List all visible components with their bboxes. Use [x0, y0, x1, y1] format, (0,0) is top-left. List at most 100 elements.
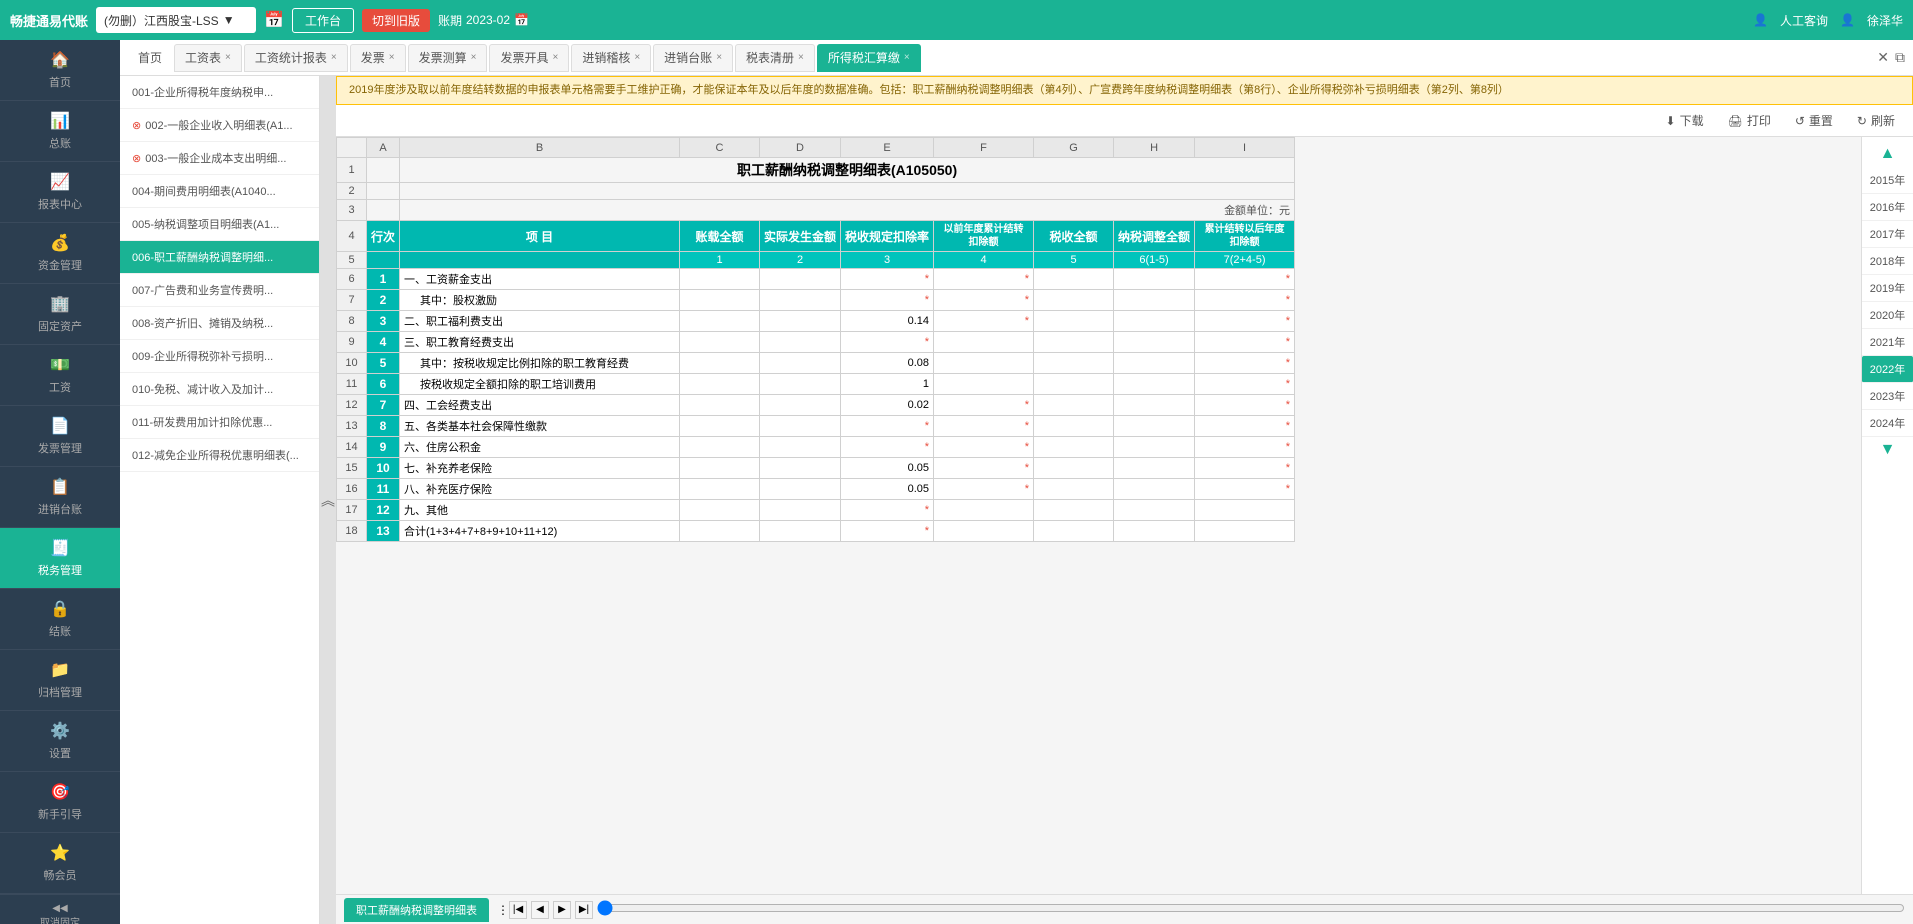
tab-purchase-verify-close[interactable]: × [634, 52, 640, 63]
print-btn[interactable]: 🖨 打印 [1722, 109, 1777, 132]
sidebar-item-report[interactable]: 📈 报表中心 [0, 162, 120, 223]
cell-12G[interactable] [1034, 395, 1114, 416]
switch-old-button[interactable]: 切到旧版 [362, 9, 430, 32]
cell-8-xm[interactable]: 二、职工福利费支出 [400, 311, 680, 332]
cell-11C[interactable] [680, 374, 760, 395]
cell-7-xm[interactable]: 其中：股权激励 [400, 290, 680, 311]
company-selector[interactable]: (勿删）江西股宝-LSS ▼ [96, 7, 256, 33]
support-label[interactable]: 人工客询 [1780, 12, 1828, 29]
cell-12E[interactable]: 0.02 [841, 395, 934, 416]
cell-7D[interactable] [760, 290, 841, 311]
cell-17F[interactable] [934, 500, 1034, 521]
sidebar-item-asset-mgmt[interactable]: 💰 资金管理 [0, 223, 120, 284]
cell-10C[interactable] [680, 353, 760, 374]
panel-collapse-btn[interactable]: 《 [320, 76, 336, 924]
tab-expand-btn[interactable]: ⧉ [1895, 49, 1905, 66]
cell-17-xm[interactable]: 九、其他 [400, 500, 680, 521]
year-2020[interactable]: 2020年 [1862, 302, 1913, 329]
cell-16D[interactable] [760, 479, 841, 500]
cell-9D[interactable] [760, 332, 841, 353]
cell-7H[interactable] [1114, 290, 1195, 311]
reset-btn[interactable]: ↺ 重置 [1789, 109, 1839, 132]
cell-18I[interactable] [1195, 521, 1295, 542]
refresh-btn[interactable]: ↻ 刷新 [1851, 109, 1901, 132]
cell-6D[interactable] [760, 269, 841, 290]
sheet-tab-active[interactable]: 职工薪酬纳税调整明细表 [344, 898, 489, 922]
cell-9C[interactable] [680, 332, 760, 353]
year-2023[interactable]: 2023年 [1862, 383, 1913, 410]
cell-14G[interactable] [1034, 437, 1114, 458]
tab-purchase-ledger[interactable]: 进销台账 × [653, 44, 733, 72]
cell-8H[interactable] [1114, 311, 1195, 332]
cell-6H[interactable] [1114, 269, 1195, 290]
cell-18C[interactable] [680, 521, 760, 542]
cell-16E[interactable]: 0.05 [841, 479, 934, 500]
cell-10E[interactable]: 0.08 [841, 353, 934, 374]
tab-purchase-verify[interactable]: 进销稽核 × [571, 44, 651, 72]
cell-17G[interactable] [1034, 500, 1114, 521]
tab-income-tax[interactable]: 所得税汇算缴 × [817, 44, 921, 72]
year-2022[interactable]: 2022年 [1862, 356, 1913, 383]
tab-purchase-ledger-close[interactable]: × [716, 52, 722, 63]
scroll-left-start-btn[interactable]: |◀ [509, 901, 527, 919]
cell-18H[interactable] [1114, 521, 1195, 542]
sidebar-item-salary[interactable]: 💵 工资 [0, 345, 120, 406]
cell-10-xm[interactable]: 其中：按税收规定比例扣除的职工教育经费 [400, 353, 680, 374]
form-list-item-010[interactable]: 010-免税、减计收入及加计... [120, 373, 319, 406]
tab-close-all-btn[interactable]: ✕ [1877, 49, 1889, 66]
form-list-item-009[interactable]: 009-企业所得税弥补亏损明... [120, 340, 319, 373]
year-2017[interactable]: 2017年 [1862, 221, 1913, 248]
cell-8D[interactable] [760, 311, 841, 332]
tab-invoice-open-close[interactable]: × [552, 52, 558, 63]
form-list-item-004[interactable]: 004-期间费用明细表(A1040... [120, 175, 319, 208]
form-list-item-008[interactable]: 008-资产折旧、摊销及纳税... [120, 307, 319, 340]
bottom-scrollbar[interactable] [597, 902, 1905, 917]
form-list-item-002[interactable]: ⊗ 002-一般企业收入明细表(A1... [120, 109, 319, 142]
tab-salary-stats-close[interactable]: × [331, 52, 337, 63]
tab-salary-table-close[interactable]: × [225, 52, 231, 63]
cell-12C[interactable] [680, 395, 760, 416]
cell-6C[interactable] [680, 269, 760, 290]
cell-15-xm[interactable]: 七、补充养老保险 [400, 458, 680, 479]
cell-18D[interactable] [760, 521, 841, 542]
sidebar-item-tax-mgmt[interactable]: 🧾 税务管理 [0, 528, 120, 589]
form-list-item-011[interactable]: 011-研发费用加计扣除优惠... [120, 406, 319, 439]
form-list-item-005[interactable]: 005-纳税调整项目明细表(A1... [120, 208, 319, 241]
form-list-item-012[interactable]: 012-减免企业所得税优惠明细表(... [120, 439, 319, 472]
cell-9F[interactable] [934, 332, 1034, 353]
tab-invoice-calc[interactable]: 发票测算 × [408, 44, 488, 72]
sidebar-item-sales-ledger[interactable]: 📋 进销台账 [0, 467, 120, 528]
sidebar-item-archive[interactable]: 📁 归档管理 [0, 650, 120, 711]
cancel-fixed-btn[interactable]: ◀◀ 取消固定 [0, 894, 120, 924]
cell-15G[interactable] [1034, 458, 1114, 479]
cell-8C[interactable] [680, 311, 760, 332]
sidebar-item-settings[interactable]: ⚙️ 设置 [0, 711, 120, 772]
cell-11D[interactable] [760, 374, 841, 395]
cell-15C[interactable] [680, 458, 760, 479]
cell-9G[interactable] [1034, 332, 1114, 353]
sidebar-item-home[interactable]: 🏠 首页 [0, 40, 120, 101]
cell-7G[interactable] [1034, 290, 1114, 311]
scroll-right-btn[interactable]: ▶ [553, 901, 571, 919]
cell-10G[interactable] [1034, 353, 1114, 374]
cell-12D[interactable] [760, 395, 841, 416]
tab-tax-clearance[interactable]: 税表清册 × [735, 44, 815, 72]
form-list-item-007[interactable]: 007-广告费和业务宣传费明... [120, 274, 319, 307]
cell-13H[interactable] [1114, 416, 1195, 437]
sidebar-item-guide[interactable]: 🎯 新手引导 [0, 772, 120, 833]
cell-13-xm[interactable]: 五、各类基本社会保障性缴款 [400, 416, 680, 437]
cell-6G[interactable] [1034, 269, 1114, 290]
tab-invoice-calc-close[interactable]: × [471, 52, 477, 63]
sidebar-item-fixed-asset[interactable]: 🏢 固定资产 [0, 284, 120, 345]
cell-13C[interactable] [680, 416, 760, 437]
cell-14D[interactable] [760, 437, 841, 458]
tab-invoice-open[interactable]: 发票开具 × [489, 44, 569, 72]
year-nav-down-btn[interactable]: ▼ [1862, 437, 1913, 463]
cell-15E[interactable]: 0.05 [841, 458, 934, 479]
year-2019[interactable]: 2019年 [1862, 275, 1913, 302]
cell-17I[interactable] [1195, 500, 1295, 521]
cell-12H[interactable] [1114, 395, 1195, 416]
cell-11G[interactable] [1034, 374, 1114, 395]
cell-10D[interactable] [760, 353, 841, 374]
scroll-right-end-btn[interactable]: ▶| [575, 901, 593, 919]
